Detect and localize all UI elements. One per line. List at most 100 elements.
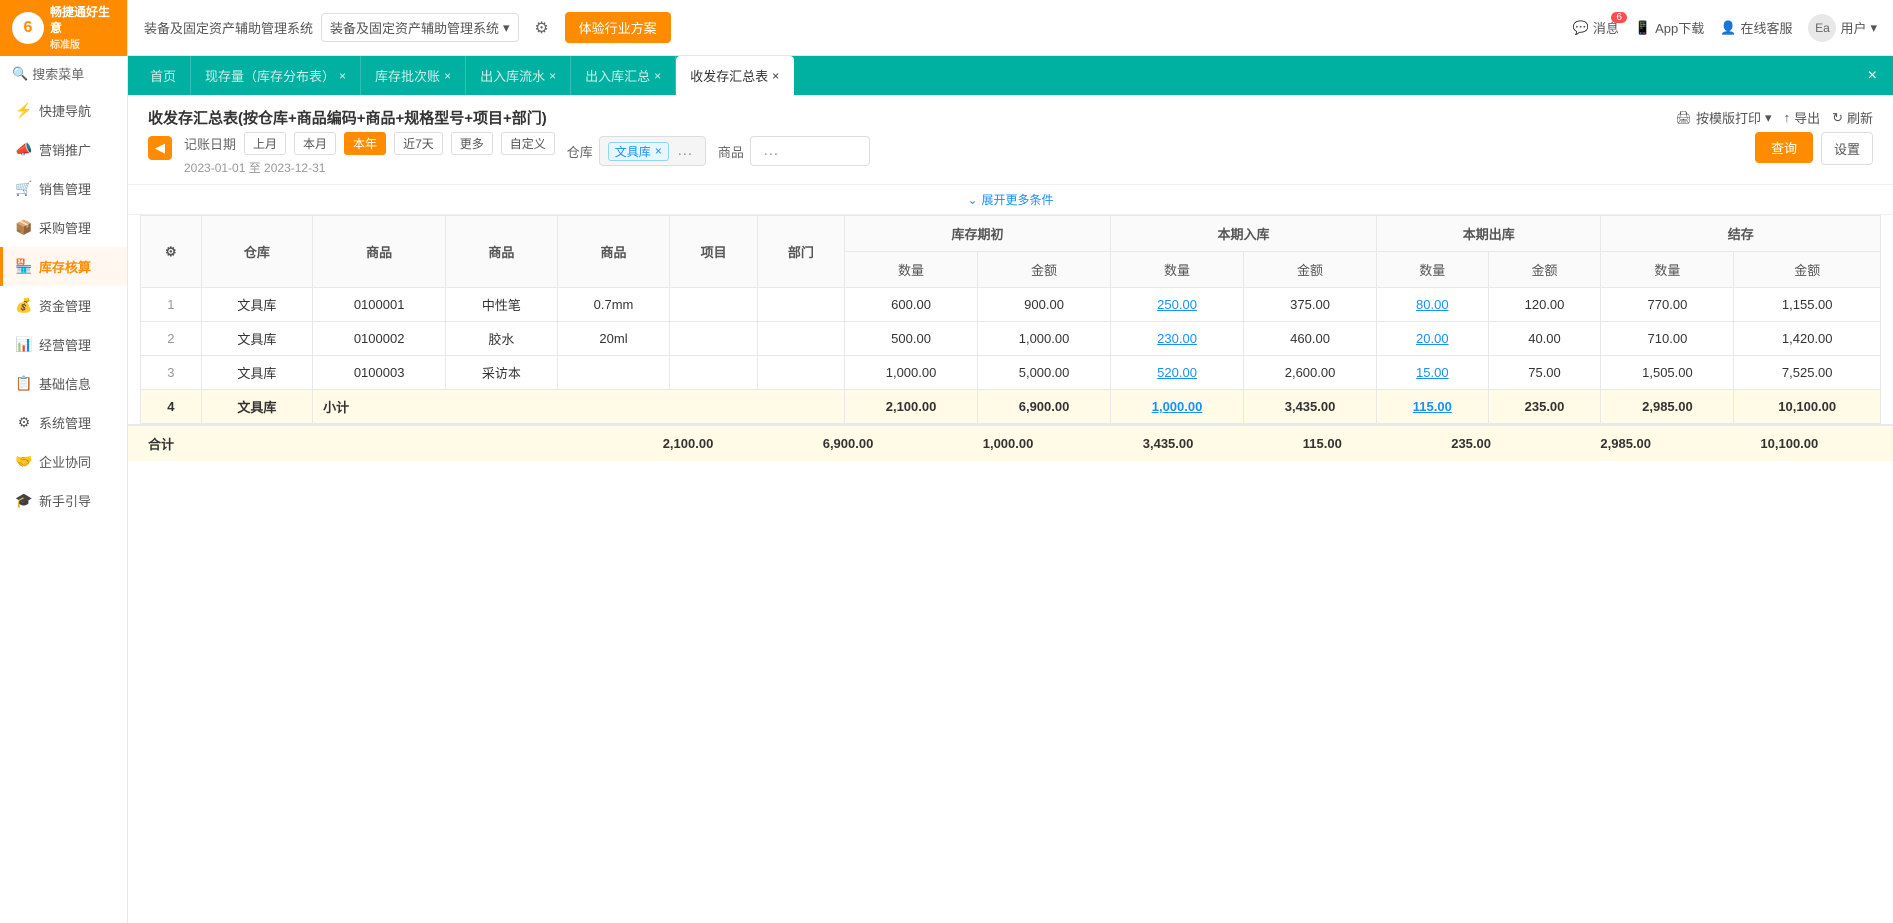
subtotal-num: 4 [141,390,202,424]
cell-out-amt: 75.00 [1488,356,1601,390]
expand-conditions-button[interactable]: ⌄ 展开更多条件 [967,191,1053,208]
warehouse-selector[interactable]: 文具库 × … [599,136,706,166]
sidebar-nav: ⚡ 快捷导航 📣 营销推广 🛒 销售管理 📦 采购管理 🏪 库存核算 💰 资金管… [0,91,127,923]
tab-inventory-dist[interactable]: 现存量（库存分布表） × [191,56,361,95]
warehouse-tag-close[interactable]: × [655,144,662,158]
tab-batch-ledger[interactable]: 库存批次账 × [361,56,466,95]
inventory-icon: 🏪 [15,258,33,275]
col-warehouse: 仓库 [201,216,312,288]
filter-collapse-button[interactable]: ◀ [148,136,172,160]
online-service-button[interactable]: 👤 在线客服 [1720,18,1792,37]
subtotal-open-amt: 6,900.00 [978,390,1111,424]
cell-spec [557,356,670,390]
sidebar-item-operations[interactable]: 📊 经营管理 [0,325,127,364]
subtotal-open-qty: 2,100.00 [845,390,978,424]
finance-icon: 💰 [15,297,33,314]
export-icon: ↑ [1784,110,1791,125]
guide-icon: 🎓 [15,492,33,509]
sales-icon: 🛒 [15,180,33,197]
print-template-button[interactable]: 🖨 按模版打印 ▾ [1676,108,1772,127]
system-icon: ⚙ [15,414,33,431]
warehouse-label: 仓库 [567,142,593,161]
message-button[interactable]: 💬 消息 6 [1573,18,1619,37]
subtotal-out-qty[interactable]: 115.00 [1377,390,1489,424]
tab-inout-summary[interactable]: 出入库汇总 × [571,56,676,95]
sidebar-item-inventory[interactable]: 🏪 库存核算 [0,247,127,286]
sidebar-logo: 6 畅捷通好生意 标准版 [0,0,127,56]
avatar: Ea [1808,14,1836,42]
message-icon: 💬 [1573,20,1589,36]
query-button[interactable]: 查询 [1755,132,1813,163]
export-button[interactable]: ↑ 导出 [1784,108,1821,127]
cell-open-amt: 900.00 [978,288,1111,322]
tab-home[interactable]: 首页 [136,56,191,95]
cell-in-qty[interactable]: 520.00 [1111,356,1244,390]
cell-spec: 0.7mm [557,288,670,322]
cell-out-qty[interactable]: 20.00 [1377,322,1489,356]
warehouse-more-icon[interactable]: … [673,140,697,162]
sidebar-item-system[interactable]: ⚙ 系统管理 [0,403,127,442]
refresh-button[interactable]: ↻ 刷新 [1832,108,1873,127]
search-menu[interactable]: 🔍 搜索菜单 [0,56,127,91]
settings-icon[interactable]: ⚙ [527,13,557,43]
app-download-button[interactable]: 📱 App下载 [1635,18,1704,37]
sidebar-item-sales[interactable]: 🛒 销售管理 [0,169,127,208]
goods-filter: 商品 … [718,136,870,166]
cell-bal-qty: 710.00 [1601,322,1734,356]
period-more[interactable]: 更多 [451,132,493,155]
tab-collect-summary[interactable]: 收发存汇总表 × [676,56,794,95]
table-row: 1 文具库 0100001 中性笔 0.7mm 600.00 900.00 25… [141,288,1881,322]
col-group-open: 库存期初 [845,216,1111,252]
tab-close-batch-ledger[interactable]: × [444,69,451,83]
system-dropdown[interactable]: 装备及固定资产辅助管理系统 ▾ [321,13,519,42]
trial-button[interactable]: 体验行业方案 [565,12,671,43]
sidebar-item-quick-nav[interactable]: ⚡ 快捷导航 [0,91,127,130]
subtotal-out-amt: 235.00 [1488,390,1601,424]
cell-out-qty[interactable]: 15.00 [1377,356,1489,390]
sidebar-item-enterprise[interactable]: 🤝 企业协同 [0,442,127,481]
period-this-year[interactable]: 本年 [344,132,386,155]
basic-info-icon: 📋 [15,375,33,392]
tab-close-inventory-dist[interactable]: × [339,69,346,83]
tab-close-inout-flow[interactable]: × [549,69,556,83]
period-last-7-days[interactable]: 近7天 [394,132,443,155]
col-bal-qty: 数量 [1601,252,1734,288]
sidebar-item-finance[interactable]: 💰 资金管理 [0,286,127,325]
period-last-month[interactable]: 上月 [244,132,286,155]
cell-open-amt: 1,000.00 [978,322,1111,356]
goods-more-icon[interactable]: … [759,140,783,162]
enterprise-icon: 🤝 [15,453,33,470]
expand-icon: ⌄ [967,193,977,207]
tab-close-inout-summary[interactable]: × [654,69,661,83]
cell-in-amt: 375.00 [1244,288,1377,322]
cell-out-qty[interactable]: 80.00 [1377,288,1489,322]
logo-text: 畅捷通好生意 标准版 [50,5,115,51]
tab-inout-flow[interactable]: 出入库流水 × [466,56,571,95]
goods-selector[interactable]: … [750,136,870,166]
table-row: 3 文具库 0100003 采访本 1,000.00 5,000.00 520.… [141,356,1881,390]
filter-settings-button[interactable]: 设置 [1821,132,1873,165]
quick-nav-icon: ⚡ [15,102,33,119]
sidebar-item-guide[interactable]: 🎓 新手引导 [0,481,127,520]
summary-table: ⚙ 仓库 商品 商品 商品 项目 部门 库存期初 本期入库 本期出库 结存 数量 [140,215,1881,424]
cell-bal-amt: 7,525.00 [1734,356,1881,390]
sidebar-item-basic-info[interactable]: 📋 基础信息 [0,364,127,403]
data-table-container: ⚙ 仓库 商品 商品 商品 项目 部门 库存期初 本期入库 本期出库 结存 数量 [128,215,1893,424]
user-menu[interactable]: Ea 用户 ▾ [1808,14,1877,42]
cell-in-qty[interactable]: 230.00 [1111,322,1244,356]
close-all-tabs-button[interactable]: × [1860,67,1885,85]
subtotal-label: 小计 [313,390,845,424]
cell-spec: 20ml [557,322,670,356]
col-group-out: 本期出库 [1377,216,1601,252]
expand-conditions-row[interactable]: ⌄ 展开更多条件 [128,185,1893,215]
cell-open-qty: 600.00 [845,288,978,322]
page-actions: 🖨 按模版打印 ▾ ↑ 导出 ↻ 刷新 [1676,108,1874,127]
subtotal-bal-amt: 10,100.00 [1734,390,1881,424]
period-this-month[interactable]: 本月 [294,132,336,155]
cell-in-qty[interactable]: 250.00 [1111,288,1244,322]
sidebar-item-purchase[interactable]: 📦 采购管理 [0,208,127,247]
tab-close-collect-summary[interactable]: × [772,69,779,83]
subtotal-in-qty[interactable]: 1,000.00 [1111,390,1244,424]
period-custom[interactable]: 自定义 [501,132,555,155]
sidebar-item-marketing[interactable]: 📣 营销推广 [0,130,127,169]
